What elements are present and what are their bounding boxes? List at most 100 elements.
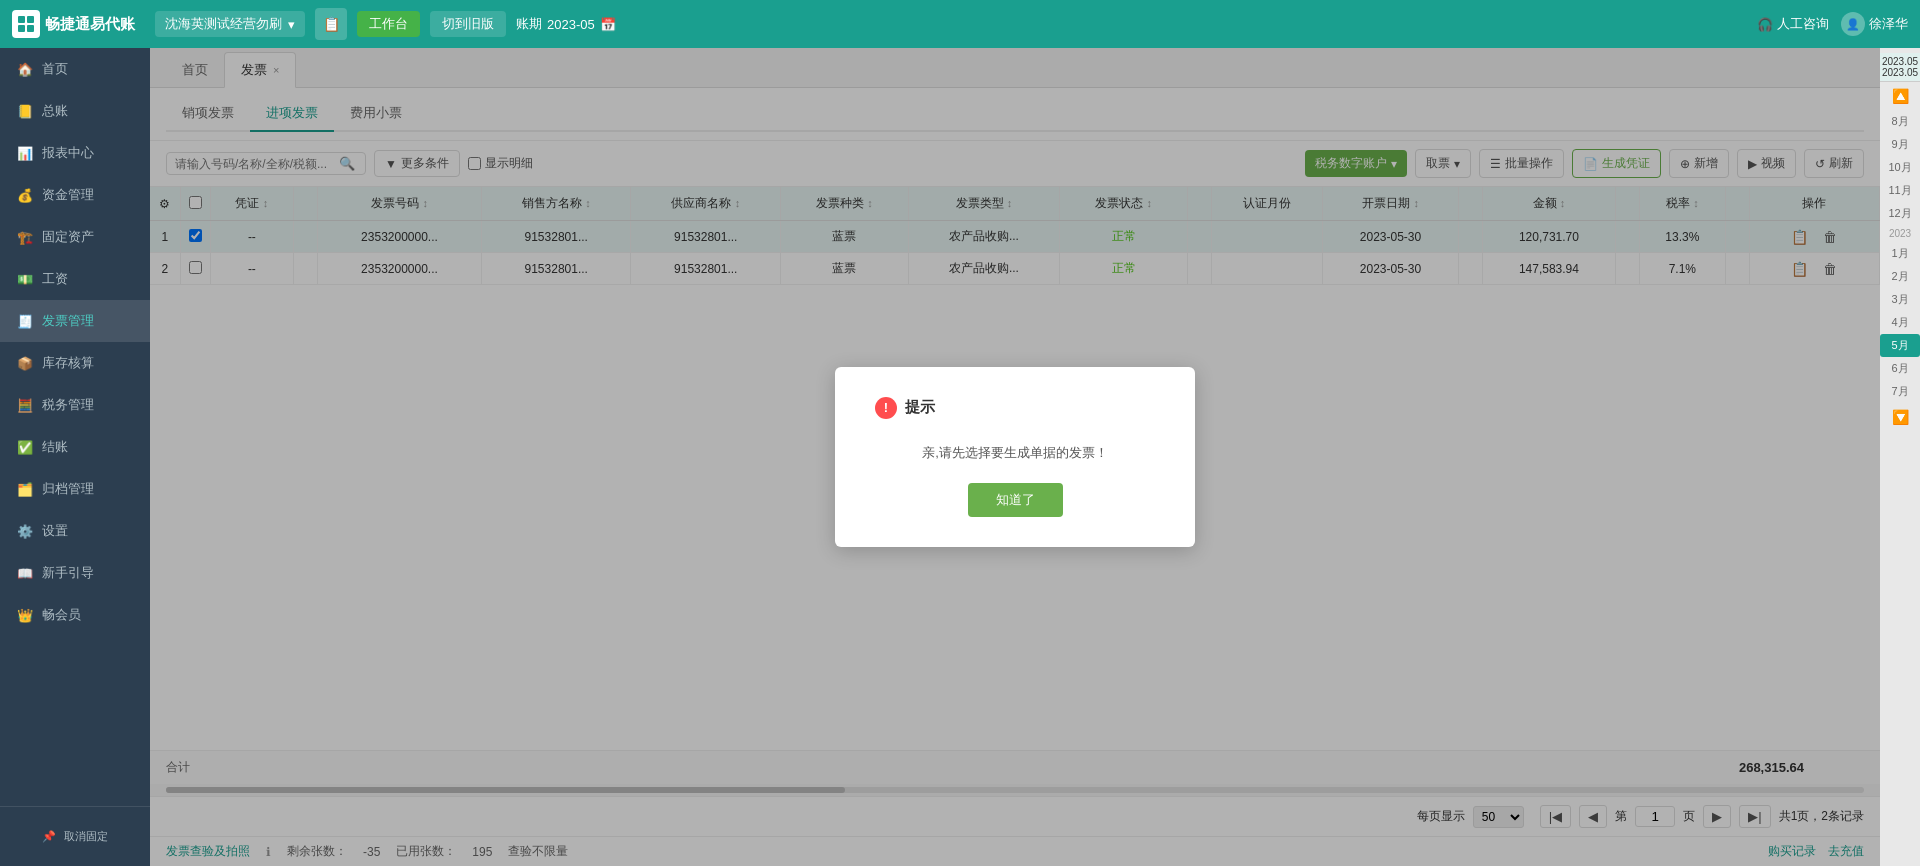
svg-rect-3 <box>27 25 34 32</box>
archive-icon: 🗂️ <box>16 480 34 498</box>
modal-body: 亲,请先选择要生成单据的发票！ <box>875 435 1155 484</box>
sidebar-label-tax: 税务管理 <box>42 396 94 414</box>
svg-rect-2 <box>18 25 25 32</box>
month-6[interactable]: 6月 <box>1880 357 1920 380</box>
sidebar-label-funds: 资金管理 <box>42 186 94 204</box>
modal-header: ! 提示 <box>875 397 1155 419</box>
customer-service-label: 人工咨询 <box>1777 15 1829 33</box>
app-logo: 畅捷通易代账 <box>12 10 135 38</box>
app-title: 畅捷通易代账 <box>45 15 135 34</box>
sidebar-item-settings[interactable]: ⚙️ 设置 <box>0 510 150 552</box>
sidebar-item-ledger[interactable]: 📒 总账 <box>0 90 150 132</box>
funds-icon: 💰 <box>16 186 34 204</box>
workspace-btn[interactable]: 工作台 <box>357 11 420 37</box>
sidebar-item-invoice[interactable]: 🧾 发票管理 <box>0 300 150 342</box>
svg-rect-0 <box>18 16 25 23</box>
ledger-icon: 📒 <box>16 102 34 120</box>
sidebar-label-invoice: 发票管理 <box>42 312 94 330</box>
collapse-down-btn[interactable]: 🔽 <box>1886 403 1914 431</box>
sidebar: 🏠 首页 📒 总账 📊 报表中心 💰 资金管理 🏗️ 固定资产 💵 工资 <box>0 48 150 866</box>
month-9[interactable]: 9月 <box>1880 133 1920 156</box>
period-header1: 2023.05 <box>1880 56 1920 67</box>
sidebar-item-inventory[interactable]: 📦 库存核算 <box>0 342 150 384</box>
chevron-down-icon: ▾ <box>288 17 295 32</box>
modal-message: 亲,请先选择要生成单据的发票！ <box>922 445 1108 460</box>
sidebar-item-guide[interactable]: 📖 新手引导 <box>0 552 150 594</box>
sidebar-label-salary: 工资 <box>42 270 68 288</box>
calendar-icon[interactable]: 📅 <box>600 17 616 32</box>
sidebar-bottom: 📌 取消固定 <box>0 806 150 866</box>
inventory-icon: 📦 <box>16 354 34 372</box>
customer-service-btn[interactable]: 🎧 人工咨询 <box>1757 15 1829 33</box>
reports-icon: 📊 <box>16 144 34 162</box>
month-7[interactable]: 7月 <box>1880 380 1920 403</box>
company-selector[interactable]: 沈海英测试经营勿刷 ▾ <box>155 11 305 37</box>
modal-title: 提示 <box>905 398 935 417</box>
month-11[interactable]: 11月 <box>1880 179 1920 202</box>
company-icon-btn[interactable]: 📋 <box>315 8 347 40</box>
company-name: 沈海英测试经营勿刷 <box>165 15 282 33</box>
period-value: 2023-05 <box>547 17 595 32</box>
salary-icon: 💵 <box>16 270 34 288</box>
settings-icon: ⚙️ <box>16 522 34 540</box>
period-header2: 2023.05 <box>1880 67 1920 78</box>
content-area: 首页 发票 × 销项发票 进项发票 费用小票 <box>150 48 1880 866</box>
period-label: 账期 <box>516 15 542 33</box>
period-selector-header: 2023.05 2023.05 <box>1880 53 1920 82</box>
logo-icon <box>12 10 40 38</box>
user-avatar: 👤 <box>1841 12 1865 36</box>
pin-icon: 📌 <box>42 830 56 843</box>
cancel-fixed-label: 取消固定 <box>64 829 108 844</box>
modal-footer: 知道了 <box>875 483 1155 517</box>
sidebar-label-settle: 结账 <box>42 438 68 456</box>
modal-confirm-btn[interactable]: 知道了 <box>968 483 1063 517</box>
sidebar-item-reports[interactable]: 📊 报表中心 <box>0 132 150 174</box>
sidebar-item-archive[interactable]: 🗂️ 归档管理 <box>0 468 150 510</box>
period-display: 账期 2023-05 📅 <box>516 15 616 33</box>
sidebar-label-archive: 归档管理 <box>42 480 94 498</box>
sidebar-item-member[interactable]: 👑 畅会员 <box>0 594 150 636</box>
sidebar-item-assets[interactable]: 🏗️ 固定资产 <box>0 216 150 258</box>
sidebar-label-settings: 设置 <box>42 522 68 540</box>
month-4[interactable]: 4月 <box>1880 311 1920 334</box>
sidebar-item-funds[interactable]: 💰 资金管理 <box>0 174 150 216</box>
year-2023-label: 2023 <box>1889 225 1911 242</box>
guide-icon: 📖 <box>16 564 34 582</box>
sidebar-label-assets: 固定资产 <box>42 228 94 246</box>
user-profile-btn[interactable]: 👤 徐泽华 <box>1841 12 1908 36</box>
tax-icon: 🧮 <box>16 396 34 414</box>
month-2[interactable]: 2月 <box>1880 265 1920 288</box>
sidebar-label-home: 首页 <box>42 60 68 78</box>
svg-rect-1 <box>27 16 34 23</box>
month-12[interactable]: 12月 <box>1880 202 1920 225</box>
switch-version-btn[interactable]: 切到旧版 <box>430 11 506 37</box>
invoice-icon: 🧾 <box>16 312 34 330</box>
sidebar-label-guide: 新手引导 <box>42 564 94 582</box>
collapse-up-btn[interactable]: 🔼 <box>1886 82 1914 110</box>
modal-dialog: ! 提示 亲,请先选择要生成单据的发票！ 知道了 <box>835 367 1195 548</box>
month-8[interactable]: 8月 <box>1880 110 1920 133</box>
home-icon: 🏠 <box>16 60 34 78</box>
month-5[interactable]: 5月 <box>1880 334 1920 357</box>
sidebar-label-ledger: 总账 <box>42 102 68 120</box>
member-icon: 👑 <box>16 606 34 624</box>
warning-icon: ! <box>875 397 897 419</box>
modal-overlay: ! 提示 亲,请先选择要生成单据的发票！ 知道了 <box>150 48 1880 866</box>
assets-icon: 🏗️ <box>16 228 34 246</box>
sidebar-item-settle[interactable]: ✅ 结账 <box>0 426 150 468</box>
sidebar-label-inventory: 库存核算 <box>42 354 94 372</box>
sidebar-item-tax[interactable]: 🧮 税务管理 <box>0 384 150 426</box>
right-period-panel: 2023.05 2023.05 🔼 8月 9月 10月 11月 12月 2023… <box>1880 48 1920 866</box>
month-3[interactable]: 3月 <box>1880 288 1920 311</box>
month-10[interactable]: 10月 <box>1880 156 1920 179</box>
sidebar-item-salary[interactable]: 💵 工资 <box>0 258 150 300</box>
headset-icon: 🎧 <box>1757 17 1773 32</box>
sidebar-label-reports: 报表中心 <box>42 144 94 162</box>
top-bar: 畅捷通易代账 沈海英测试经营勿刷 ▾ 📋 工作台 切到旧版 账期 2023-05… <box>0 0 1920 48</box>
sidebar-item-home[interactable]: 🏠 首页 <box>0 48 150 90</box>
top-bar-right: 🎧 人工咨询 👤 徐泽华 <box>1757 12 1908 36</box>
user-name: 徐泽华 <box>1869 15 1908 33</box>
settle-icon: ✅ <box>16 438 34 456</box>
month-1[interactable]: 1月 <box>1880 242 1920 265</box>
cancel-fixed-btn[interactable]: 📌 取消固定 <box>0 817 150 856</box>
